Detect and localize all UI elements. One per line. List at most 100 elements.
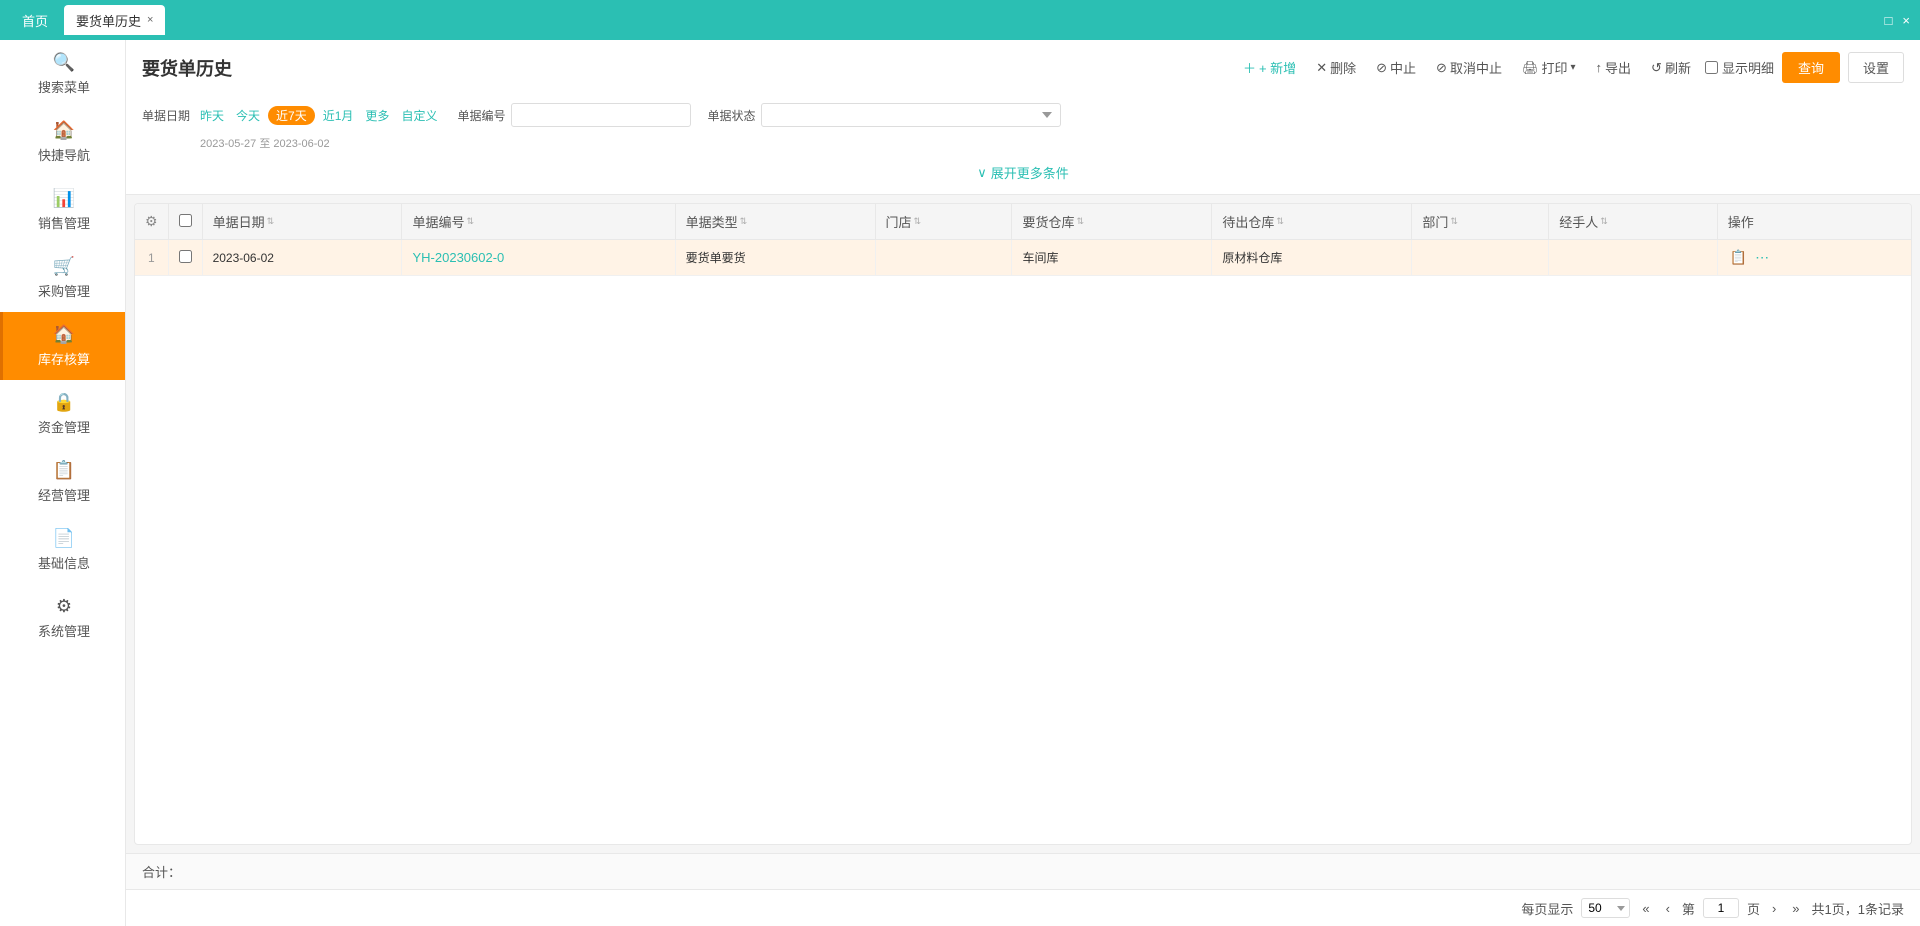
sidebar-item-finance-mgmt[interactable]: 🔒 资金管理 — [0, 380, 125, 448]
page-title-row: 要货单历史 ＋ + 新增 ✕ 删除 ⊘ 中止 ⊘ — [142, 52, 1904, 83]
sidebar-item-inventory[interactable]: 🏠 库存核算 — [0, 312, 125, 380]
select-all-checkbox[interactable] — [179, 214, 192, 227]
th-handler[interactable]: 经手人 ⇅ — [1549, 204, 1717, 240]
sort-doc-type-icon: ⇅ — [740, 216, 748, 227]
top-bar-right: □ × — [1885, 13, 1910, 28]
settings-button[interactable]: 设置 — [1848, 52, 1904, 83]
refresh-button[interactable]: ↺ 刷新 — [1645, 54, 1697, 81]
doc-number-input[interactable] — [511, 103, 691, 127]
table-header-row: ⚙ 单据日期 ⇅ 单据编号 — [135, 204, 1911, 240]
finance-mgmt-icon: 🔒 — [53, 392, 75, 413]
th-department-label: 部门 — [1422, 212, 1448, 231]
sidebar-item-base-info[interactable]: 📄 基础信息 — [0, 516, 125, 584]
table-settings-icon[interactable]: ⚙ — [145, 213, 158, 229]
table-footer: 合计： — [126, 853, 1920, 889]
sidebar-item-sales-mgmt-label: 销售管理 — [38, 213, 90, 232]
shortcut-1month[interactable]: 近1月 — [319, 106, 358, 125]
expand-more-label: 展开更多条件 — [991, 163, 1069, 182]
cancel-stop-button[interactable]: ⊘ 取消中止 — [1430, 54, 1508, 81]
sidebar-item-sales-mgmt[interactable]: 📊 销售管理 — [0, 176, 125, 244]
window-restore-btn[interactable]: □ — [1885, 13, 1893, 28]
th-doc-date[interactable]: 单据日期 ⇅ — [202, 204, 402, 240]
export-icon: ↑ — [1596, 60, 1603, 75]
tab-requisition-history[interactable]: 要货单历史 × — [64, 5, 165, 35]
search-menu-icon: 🔍 — [53, 52, 75, 73]
th-doc-type[interactable]: 单据类型 ⇅ — [675, 204, 875, 240]
refresh-label: 刷新 — [1665, 58, 1691, 77]
sort-doc-number-icon: ⇅ — [467, 216, 475, 227]
sidebar-item-ops-mgmt[interactable]: 📋 经营管理 — [0, 448, 125, 516]
top-bar: 首页 要货单历史 × □ × — [0, 0, 1920, 40]
print-button[interactable]: 🖨 打印 ▾ — [1516, 54, 1582, 81]
shortcut-more[interactable]: 更多 — [361, 106, 393, 125]
sidebar-item-search-menu-label: 搜索菜单 — [38, 77, 90, 96]
row-checkbox[interactable] — [179, 250, 192, 263]
cell-doc-type: 要货单要货 — [675, 240, 875, 276]
cell-doc-date: 2023-06-02 — [202, 240, 402, 276]
sort-store-icon: ⇅ — [914, 216, 922, 227]
date-filter-label: 单据日期 — [142, 107, 190, 124]
per-page-select[interactable]: 50 10 20 100 — [1581, 898, 1630, 918]
filter-row-date-range: 2023-05-27 至 2023-06-02 — [142, 135, 1904, 151]
edit-action-btn[interactable]: 📋 — [1728, 247, 1749, 268]
prev-page-btn[interactable]: ‹ — [1662, 899, 1674, 918]
next-page-btn[interactable]: › — [1768, 899, 1780, 918]
doc-status-select[interactable] — [761, 103, 1061, 127]
new-icon: ＋ — [1243, 58, 1256, 77]
quick-nav-icon: 🏠 — [53, 120, 75, 141]
window-close-btn[interactable]: × — [1902, 13, 1910, 28]
inventory-icon: 🏠 — [53, 324, 75, 345]
page-label: 第 — [1682, 899, 1695, 918]
th-pending-warehouse[interactable]: 待出仓库 ⇅ — [1212, 204, 1412, 240]
data-table: ⚙ 单据日期 ⇅ 单据编号 — [135, 204, 1911, 276]
export-button[interactable]: ↑ 导出 — [1590, 54, 1638, 81]
sidebar-item-base-info-label: 基础信息 — [38, 553, 90, 572]
shortcut-yesterday[interactable]: 昨天 — [196, 106, 228, 125]
cell-checkbox[interactable] — [168, 240, 202, 276]
first-page-btn[interactable]: « — [1638, 899, 1653, 918]
more-action-btn[interactable]: ⋯ — [1753, 247, 1771, 268]
th-handler-label: 经手人 — [1559, 212, 1598, 231]
new-button[interactable]: ＋ + 新增 — [1237, 54, 1302, 81]
shortcut-custom[interactable]: 自定义 — [397, 106, 441, 125]
sidebar-item-purchase-mgmt[interactable]: 🛒 采购管理 — [0, 244, 125, 312]
sidebar-item-inventory-label: 库存核算 — [38, 349, 90, 368]
th-doc-number[interactable]: 单据编号 ⇅ — [402, 204, 675, 240]
export-label: 导出 — [1605, 58, 1631, 77]
filter-row-1: 单据日期 昨天 今天 近7天 近1月 更多 自定义 单据编号 — [142, 103, 1904, 127]
th-doc-date-label: 单据日期 — [213, 212, 265, 231]
sidebar-item-sys-mgmt[interactable]: ⚙ 系统管理 — [0, 584, 125, 652]
page-number-input[interactable] — [1703, 898, 1739, 918]
shortcut-today[interactable]: 今天 — [232, 106, 264, 125]
th-checkbox[interactable] — [168, 204, 202, 240]
tab-home[interactable]: 首页 — [10, 5, 60, 35]
shortcut-7days[interactable]: 近7天 — [268, 106, 315, 125]
tab-close-icon[interactable]: × — [147, 14, 153, 26]
cancel-stop-icon: ⊘ — [1436, 60, 1447, 76]
sort-handler-icon: ⇅ — [1600, 216, 1608, 227]
pagination: 每页显示 50 10 20 100 « ‹ 第 页 › » 共1页，1条记录 — [126, 889, 1920, 926]
show-detail-control[interactable]: 显示明细 — [1705, 58, 1774, 77]
th-store[interactable]: 门店 ⇅ — [875, 204, 1012, 240]
th-settings[interactable]: ⚙ — [135, 204, 168, 240]
sidebar-item-ops-mgmt-label: 经营管理 — [38, 485, 90, 504]
filter-area: 单据日期 昨天 今天 近7天 近1月 更多 自定义 单据编号 — [142, 93, 1904, 194]
stop-button[interactable]: ⊘ 中止 — [1370, 54, 1422, 81]
cell-row-num: 1 — [135, 240, 168, 276]
query-button[interactable]: 查询 — [1782, 52, 1840, 83]
cell-pending-warehouse: 原材料仓库 — [1212, 240, 1412, 276]
sidebar: 🔍 搜索菜单 🏠 快捷导航 📊 销售管理 🛒 采购管理 🏠 库存核算 🔒 资金管… — [0, 40, 126, 926]
expand-more-button[interactable]: ∨ 展开更多条件 — [142, 159, 1904, 186]
delete-button[interactable]: ✕ 删除 — [1310, 54, 1362, 81]
doc-number-link[interactable]: YH-20230602-0 — [412, 250, 504, 265]
cell-doc-number[interactable]: YH-20230602-0 — [402, 240, 675, 276]
sidebar-item-search-menu[interactable]: 🔍 搜索菜单 — [0, 40, 125, 108]
sort-req-warehouse-icon: ⇅ — [1077, 216, 1085, 227]
th-department[interactable]: 部门 ⇅ — [1412, 204, 1549, 240]
stop-label: 中止 — [1390, 58, 1416, 77]
sidebar-item-quick-nav[interactable]: 🏠 快捷导航 — [0, 108, 125, 176]
chevron-down-icon: ∨ — [977, 165, 987, 181]
last-page-btn[interactable]: » — [1788, 899, 1803, 918]
th-req-warehouse[interactable]: 要货仓库 ⇅ — [1012, 204, 1212, 240]
show-detail-checkbox[interactable] — [1705, 61, 1718, 74]
